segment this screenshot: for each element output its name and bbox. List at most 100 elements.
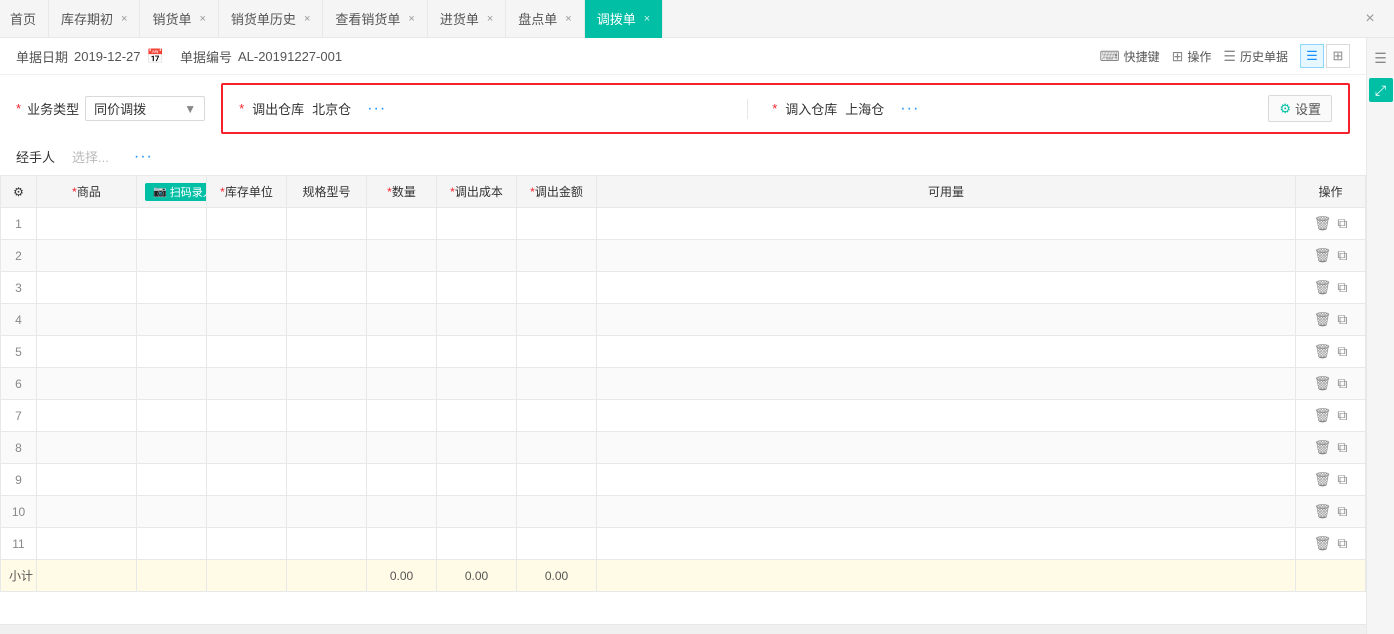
operation-button[interactable]: ⊞ 操作 (1172, 48, 1212, 65)
tab-close-view-sales[interactable]: × (408, 13, 414, 25)
copy-icon[interactable]: ⧉ (1337, 215, 1347, 232)
table-cell[interactable] (437, 368, 517, 400)
table-cell[interactable] (367, 304, 437, 336)
table-cell[interactable] (37, 368, 137, 400)
table-cell[interactable] (207, 208, 287, 240)
table-cell[interactable] (597, 528, 1296, 560)
table-cell[interactable] (437, 432, 517, 464)
table-cell[interactable] (287, 400, 367, 432)
tab-purchase[interactable]: 进货单 × (428, 0, 506, 38)
history-button[interactable]: ☰ 历史单据 (1223, 48, 1288, 65)
delete-icon[interactable]: 🗑 (1314, 503, 1332, 520)
tab-close-inventory-init[interactable]: × (121, 13, 127, 25)
table-cell[interactable] (367, 368, 437, 400)
table-cell[interactable] (137, 304, 207, 336)
table-cell[interactable] (367, 208, 437, 240)
table-cell[interactable] (37, 272, 137, 304)
sidebar-expand-button[interactable]: ⤢ (1369, 78, 1393, 102)
table-cell[interactable] (287, 464, 367, 496)
copy-icon[interactable]: ⧉ (1337, 375, 1347, 392)
table-cell[interactable] (287, 208, 367, 240)
col-gear-header[interactable]: ⚙ (1, 176, 37, 208)
copy-icon[interactable]: ⧉ (1337, 407, 1347, 424)
table-cell[interactable] (597, 304, 1296, 336)
table-cell[interactable] (517, 528, 597, 560)
tab-stocktake[interactable]: 盘点单 × (506, 0, 584, 38)
table-cell[interactable] (207, 528, 287, 560)
tab-close-purchase[interactable]: × (487, 13, 493, 25)
table-cell[interactable] (37, 304, 137, 336)
delete-icon[interactable]: 🗑 (1314, 343, 1332, 360)
tab-inventory-init[interactable]: 库存期初 × (49, 0, 140, 38)
tab-view-sales[interactable]: 查看销货单 × (323, 0, 427, 38)
delete-icon[interactable]: 🗑 (1314, 279, 1332, 296)
shortcut-button[interactable]: ⌨ 快捷键 (1099, 48, 1159, 65)
table-cell[interactable] (517, 272, 597, 304)
out-warehouse-more-button[interactable]: ··· (367, 100, 386, 118)
sidebar-list-button[interactable]: ☰ (1369, 46, 1393, 70)
table-cell[interactable] (287, 336, 367, 368)
close-window-button[interactable]: × (1356, 5, 1384, 33)
table-cell[interactable] (437, 240, 517, 272)
table-cell[interactable] (207, 272, 287, 304)
delete-icon[interactable]: 🗑 (1314, 311, 1332, 328)
copy-icon[interactable]: ⧉ (1337, 439, 1347, 456)
table-cell[interactable] (517, 432, 597, 464)
table-cell[interactable] (287, 304, 367, 336)
table-cell[interactable] (597, 432, 1296, 464)
table-cell[interactable] (137, 432, 207, 464)
delete-icon[interactable]: 🗑 (1314, 471, 1332, 488)
table-cell[interactable] (517, 208, 597, 240)
table-cell[interactable] (207, 400, 287, 432)
business-type-select[interactable]: 同价调拨 ▼ (85, 96, 205, 121)
table-cell[interactable] (517, 368, 597, 400)
table-cell[interactable] (287, 528, 367, 560)
copy-icon[interactable]: ⧉ (1337, 247, 1347, 264)
copy-icon[interactable]: ⧉ (1337, 503, 1347, 520)
table-cell[interactable] (517, 240, 597, 272)
scan-input-button[interactable]: 📷 扫码录入 (145, 183, 207, 201)
table-cell[interactable] (207, 368, 287, 400)
table-cell[interactable] (137, 528, 207, 560)
table-cell[interactable] (437, 464, 517, 496)
delete-icon[interactable]: 🗑 (1314, 375, 1332, 392)
delete-icon[interactable]: 🗑 (1314, 247, 1332, 264)
table-cell[interactable] (37, 464, 137, 496)
table-cell[interactable] (137, 208, 207, 240)
table-cell[interactable] (367, 272, 437, 304)
table-cell[interactable] (287, 432, 367, 464)
table-cell[interactable] (287, 368, 367, 400)
table-cell[interactable] (367, 528, 437, 560)
table-cell[interactable] (597, 272, 1296, 304)
table-cell[interactable] (597, 368, 1296, 400)
table-cell[interactable] (367, 496, 437, 528)
table-cell[interactable] (597, 240, 1296, 272)
table-cell[interactable] (137, 240, 207, 272)
table-cell[interactable] (207, 464, 287, 496)
tab-close-sales-order[interactable]: × (199, 13, 205, 25)
copy-icon[interactable]: ⧉ (1337, 311, 1347, 328)
table-cell[interactable] (137, 336, 207, 368)
delete-icon[interactable]: 🗑 (1314, 535, 1332, 552)
table-cell[interactable] (597, 464, 1296, 496)
table-cell[interactable] (437, 272, 517, 304)
table-cell[interactable] (137, 496, 207, 528)
tab-close-transfer[interactable]: × (644, 13, 650, 25)
table-cell[interactable] (37, 400, 137, 432)
table-cell[interactable] (207, 240, 287, 272)
table-cell[interactable] (137, 368, 207, 400)
table-cell[interactable] (597, 400, 1296, 432)
view-list-button[interactable]: ☰ (1300, 44, 1324, 68)
table-cell[interactable] (597, 496, 1296, 528)
table-cell[interactable] (367, 464, 437, 496)
table-cell[interactable] (437, 336, 517, 368)
table-cell[interactable] (367, 240, 437, 272)
in-warehouse-more-button[interactable]: ··· (900, 100, 919, 118)
tab-home[interactable]: 首页 (10, 0, 49, 38)
copy-icon[interactable]: ⧉ (1337, 279, 1347, 296)
copy-icon[interactable]: ⧉ (1337, 343, 1347, 360)
tab-close-stocktake[interactable]: × (565, 13, 571, 25)
table-cell[interactable] (517, 464, 597, 496)
table-cell[interactable] (137, 400, 207, 432)
tab-close-sales-history[interactable]: × (304, 13, 310, 25)
